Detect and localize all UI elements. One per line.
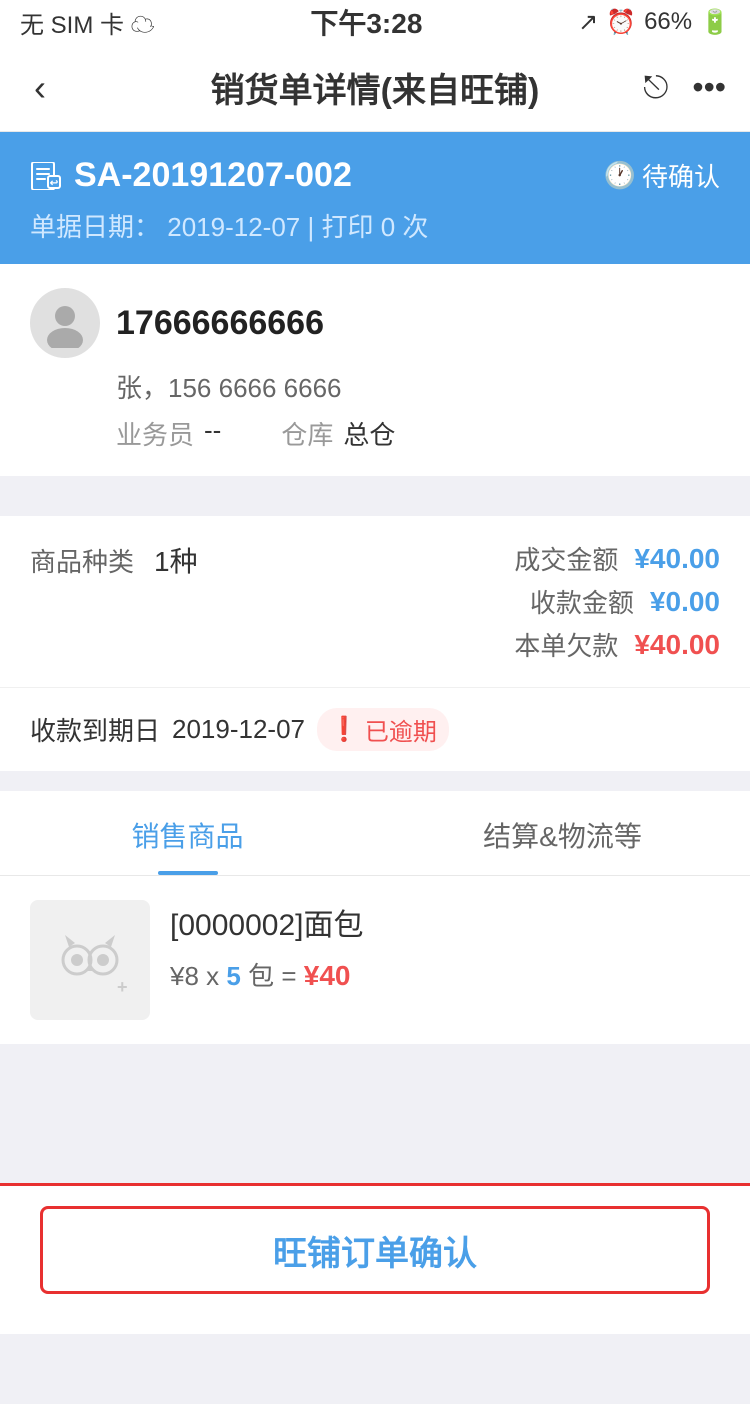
status-bar: 无 SIM 卡 ☁ 下午3:28 ↗ ⏰ 66% 🔋	[0, 0, 750, 44]
product-image: +	[30, 900, 150, 1020]
order-header: ↩ SA-20191207-002 🕐 待确认 单据日期： 2019-12-07…	[0, 132, 750, 264]
warehouse-value: 总仓	[343, 415, 395, 452]
customer-section: 17666666666 张，156 6666 6666 业务员 -- 仓库 总仓	[0, 264, 750, 476]
amount-row: 成交金额 ¥40.00	[514, 540, 720, 577]
back-button[interactable]: ‹	[24, 57, 56, 119]
sales-rep-item: 业务员 --	[116, 415, 221, 452]
product-section: + [0000002]面包 ¥8 x 5 包 = ¥40	[0, 876, 750, 1044]
avatar	[30, 288, 100, 358]
status-right: ↗ ⏰ 66% 🔋	[578, 8, 730, 37]
alarm-icon: ⏰	[606, 8, 636, 37]
unit-price: ¥8	[170, 961, 199, 991]
tab-settlement[interactable]: 结算&物流等	[375, 791, 750, 875]
received-row: 收款金额 ¥0.00	[530, 583, 720, 620]
divider-1	[0, 496, 750, 516]
share-icon[interactable]: ⎋	[643, 69, 668, 107]
product-name: [0000002]面包	[170, 900, 720, 944]
order-doc-icon: ↩	[30, 162, 62, 190]
multiply-sign: x	[206, 961, 226, 991]
sales-rep-value: --	[204, 415, 221, 452]
tab-products[interactable]: 销售商品	[0, 791, 375, 875]
location-icon: ↗	[578, 8, 598, 37]
tabs-row: 销售商品 结算&物流等	[0, 791, 750, 876]
more-icon[interactable]: •••	[692, 69, 726, 106]
warehouse-item: 仓库 总仓	[281, 415, 395, 452]
due-date-section: 收款到期日 2019-12-07 ❗ 已逾期	[0, 687, 750, 771]
warehouse-label: 仓库	[281, 415, 333, 452]
order-date-value: 2019-12-07	[167, 212, 300, 242]
amount-label: 成交金额	[514, 540, 618, 577]
order-date-row: 单据日期： 2019-12-07 | 打印 0 次	[30, 207, 720, 244]
quantity: 5	[226, 961, 240, 991]
received-value: ¥0.00	[650, 586, 720, 618]
summary-section: 商品种类 1种 成交金额 ¥40.00 收款金额 ¥0.00 本单欠款 ¥40.…	[0, 516, 750, 687]
customer-meta: 业务员 -- 仓库 总仓	[30, 415, 720, 452]
summary-left: 商品种类 1种	[30, 540, 375, 663]
divider-2	[0, 771, 750, 791]
customer-name: 张，156 6666 6666	[30, 368, 720, 405]
nav-bar: ‹ 销货单详情(来自旺铺) ⎋ •••	[0, 44, 750, 132]
status-time: 下午3:28	[310, 2, 422, 42]
type-label: 商品种类	[30, 542, 134, 579]
amount-value: ¥40.00	[634, 543, 720, 575]
owl-logo-image: +	[45, 925, 135, 995]
customer-phone: 17666666666	[116, 304, 324, 343]
order-id-row: ↩ SA-20191207-002 🕐 待确认	[30, 156, 720, 195]
page-title: 销货单详情(来自旺铺)	[211, 63, 540, 112]
status-left: 无 SIM 卡 ☁	[20, 5, 155, 40]
print-count: 0	[381, 212, 395, 242]
order-id: ↩ SA-20191207-002	[30, 156, 352, 195]
overdue-icon: ❗	[329, 715, 359, 744]
nav-actions: ⎋ •••	[643, 69, 726, 107]
customer-row: 17666666666	[30, 288, 720, 358]
confirm-btn-container: 旺铺订单确认	[0, 1183, 750, 1334]
order-status: 🕐 待确认	[604, 157, 720, 194]
svg-text:↩: ↩	[50, 178, 59, 189]
total-price: ¥40	[304, 960, 351, 991]
summary-right: 成交金额 ¥40.00 收款金额 ¥0.00 本单欠款 ¥40.00	[375, 540, 720, 663]
battery-level: 66%	[644, 8, 692, 36]
sim-status: 无 SIM 卡 ☁	[20, 5, 155, 40]
product-info: [0000002]面包 ¥8 x 5 包 = ¥40	[170, 900, 720, 993]
overdue-text: 已逾期	[365, 712, 437, 747]
type-value: 1种	[154, 540, 198, 580]
sales-rep-label: 业务员	[116, 415, 194, 452]
clock-icon: 🕐	[604, 160, 636, 191]
product-price-row: ¥8 x 5 包 = ¥40	[170, 956, 720, 993]
equals-sign: =	[281, 961, 303, 991]
due-value: ¥40.00	[634, 629, 720, 661]
due-date-label: 收款到期日	[30, 711, 160, 748]
tabs-section: 销售商品 结算&物流等	[0, 791, 750, 876]
svg-text:+: +	[117, 977, 128, 995]
due-label: 本单欠款	[514, 626, 618, 663]
product-type-row: 商品种类 1种	[30, 540, 375, 580]
due-date-value: 2019-12-07	[172, 714, 305, 745]
confirm-order-button[interactable]: 旺铺订单确认	[40, 1206, 710, 1294]
unit: 包	[248, 961, 274, 991]
overdue-badge: ❗ 已逾期	[317, 708, 449, 751]
battery-icon: 🔋	[700, 8, 730, 37]
received-label: 收款金额	[530, 583, 634, 620]
due-row: 本单欠款 ¥40.00	[514, 626, 720, 663]
